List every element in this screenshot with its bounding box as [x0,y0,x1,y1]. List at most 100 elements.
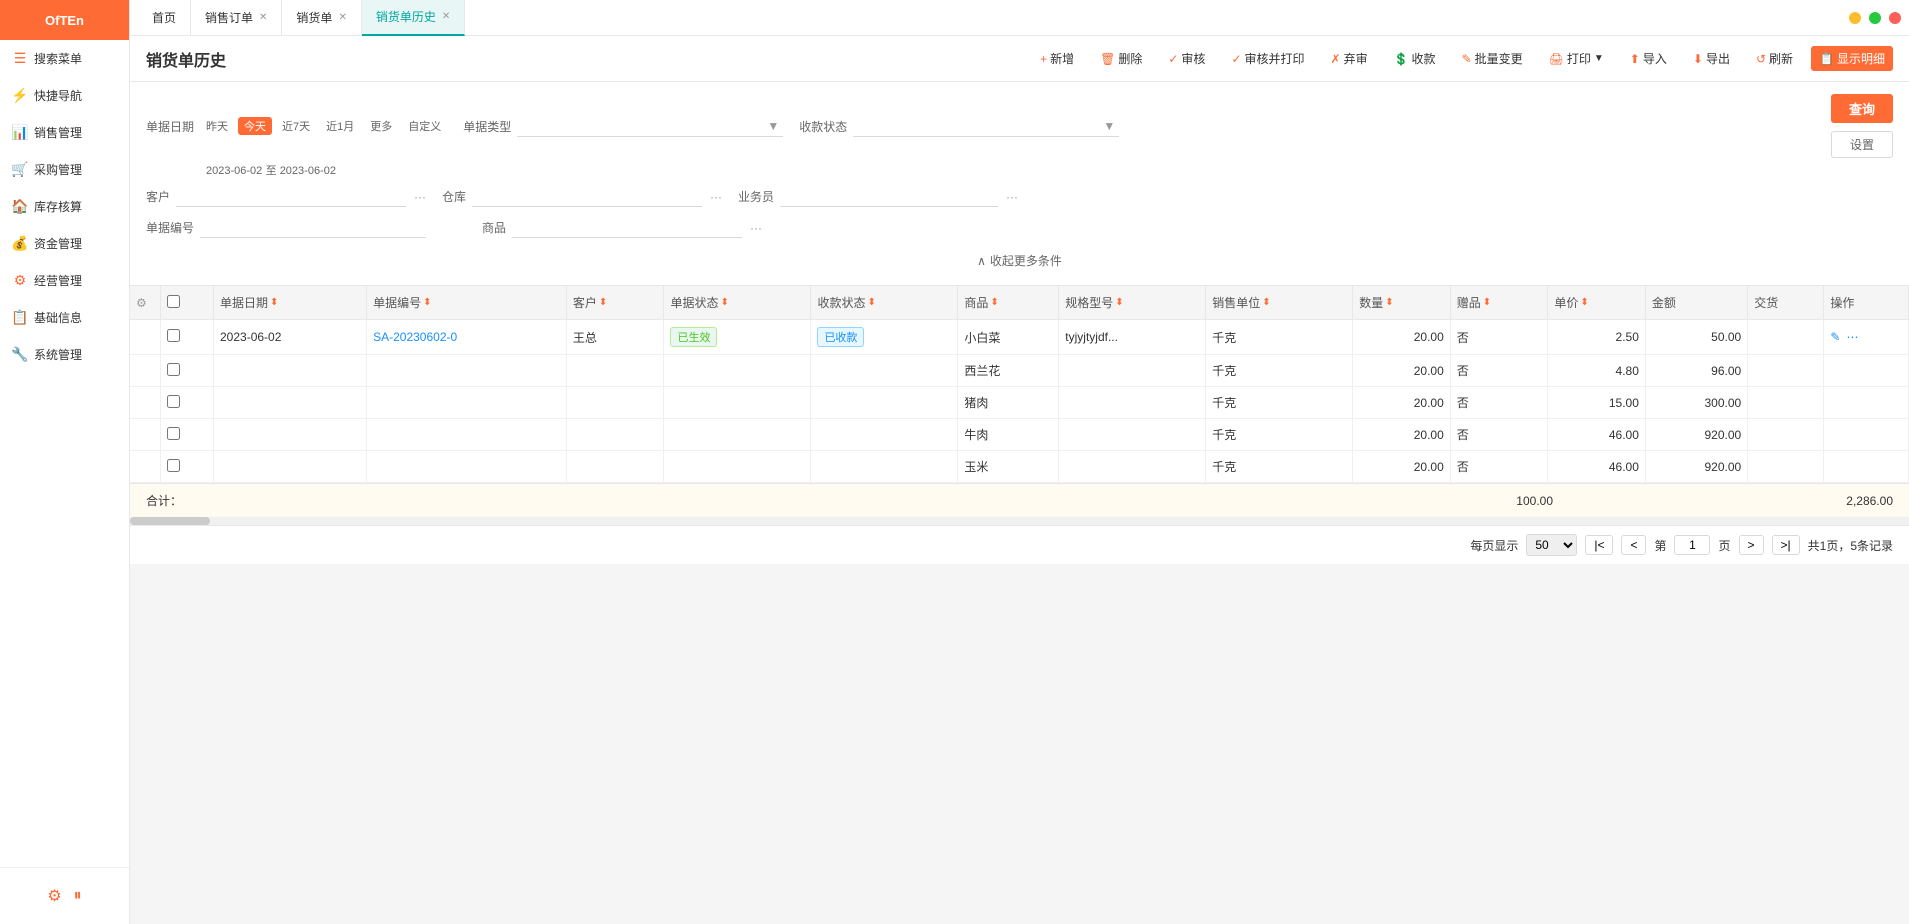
tab-sales-history[interactable]: 销货单历史 ✕ [362,0,465,36]
sidebar-item-operation-mgmt[interactable]: ⚙ 经营管理 [0,262,129,299]
filter-warehouse-input[interactable] [472,186,702,207]
show-detail-button[interactable]: 📋 显示明细 [1811,46,1893,71]
tab-sales-order[interactable]: 销售订单 ✕ [191,0,282,36]
th-docstatus[interactable]: 单据状态 ⬍ [664,286,811,320]
date-tag-custom[interactable]: 自定义 [402,117,447,135]
th-price[interactable]: 单价 ⬍ [1548,286,1646,320]
tab-sales-history-close[interactable]: ✕ [442,11,450,22]
cell-checkbox [160,387,214,419]
collapse-btn[interactable]: ∧ 收起更多条件 [146,248,1893,273]
select-all-checkbox[interactable] [167,295,180,308]
date-tag-today[interactable]: 今天 [238,117,272,135]
total-row: 合计： 100.00 2,286.00 [130,483,1909,517]
tab-sales-delivery-close[interactable]: ✕ [338,12,346,23]
th-settings[interactable]: ⚙ [130,286,160,320]
import-button[interactable]: ⬆ 导入 [1622,46,1675,71]
window-minimize-btn[interactable] [1849,12,1861,24]
print-button[interactable]: 🖨 打印 ▼ [1541,46,1612,71]
page-prev-btn[interactable]: < [1621,535,1646,555]
th-unit[interactable]: 销售单位 ⬍ [1206,286,1353,320]
sidebar-item-purchase-mgmt[interactable]: 🛒 采购管理 [0,151,129,188]
page-input[interactable] [1674,535,1710,555]
cell-action [1824,355,1909,387]
th-paystatus[interactable]: 收款状态 ⬍ [811,286,958,320]
window-maximize-btn[interactable] [1869,12,1881,24]
cell-price: 4.80 [1548,355,1646,387]
page-first-btn[interactable]: |< [1585,535,1613,555]
collect-button[interactable]: 💲 收款 [1386,46,1444,71]
more-action-btn[interactable]: ⋯ [1846,330,1858,344]
cell-settings [130,419,160,451]
sidebar-item-search-menu[interactable]: ☰ 搜索菜单 [0,40,129,77]
export-button[interactable]: ⬇ 导出 [1685,46,1738,71]
date-tag-1month[interactable]: 近1月 [320,117,360,135]
goods-dots-icon[interactable]: ··· [750,221,762,235]
table-gear-icon[interactable]: ⚙ [136,296,147,310]
cell-goods: 玉米 [958,451,1059,483]
filter-docno-input[interactable] [200,217,426,238]
th-gift[interactable]: 赠品 ⬍ [1450,286,1548,320]
sidebar-item-system-mgmt[interactable]: 🔧 系统管理 [0,336,129,373]
page-next-btn[interactable]: > [1739,535,1764,555]
sidebar-item-quick-nav[interactable]: ⚡ 快捷导航 [0,77,129,114]
sidebar-item-inventory[interactable]: 🏠 库存核算 [0,188,129,225]
filter-settings-button[interactable]: 设置 [1831,131,1893,158]
audit-button[interactable]: ✓ 审核 [1160,46,1213,71]
tab-home[interactable]: 首页 [138,0,191,36]
row-checkbox[interactable] [167,329,180,342]
query-button[interactable]: 查询 [1831,94,1893,123]
filter-agent-input[interactable] [780,186,998,207]
filter-customer-input[interactable] [176,186,406,207]
tab-sales-order-close[interactable]: ✕ [259,12,267,23]
th-date[interactable]: 单据日期 ⬍ [214,286,367,320]
agent-dots-icon[interactable]: ··· [1006,190,1018,204]
tab-sales-delivery[interactable]: 销货单 ✕ [282,0,361,36]
doc-no-link[interactable]: SA-20230602-0 [373,330,457,344]
paystatus-sort-icon: ⬍ [867,297,875,308]
page-size-select[interactable]: 50 100 200 [1526,534,1577,556]
edit-action-btn[interactable]: ✎ [1830,330,1840,344]
horizontal-scrollbar[interactable] [130,517,1909,525]
th-customer[interactable]: 客户 ⬍ [566,286,664,320]
date-tag-7days[interactable]: 近7天 [276,117,316,135]
window-close-btn[interactable] [1889,12,1901,24]
cell-gift: 否 [1450,387,1548,419]
sidebar-item-sales-mgmt[interactable]: 📊 销售管理 [0,114,129,151]
sidebar-item-basic-info[interactable]: 📋 基础信息 [0,299,129,336]
row-checkbox[interactable] [167,427,180,440]
row-checkbox[interactable] [167,395,180,408]
sidebar-logo: OfTEn [0,0,129,40]
date-from-value: 2023-06-02 [206,165,262,177]
delete-button[interactable]: 🗑 删除 [1092,46,1150,71]
refresh-button[interactable]: ↺ 刷新 [1748,46,1801,71]
new-button[interactable]: + 新增 [1032,46,1082,71]
sidebar-item-finance-mgmt[interactable]: 💰 资金管理 [0,225,129,262]
batch-change-button[interactable]: ✎ 批量变更 [1454,46,1531,71]
sidebar-item-label: 采购管理 [34,161,82,178]
th-amount-label: 金额 [1652,296,1676,310]
th-docno[interactable]: 单据编号 ⬍ [367,286,567,320]
filter-docno-label: 单据编号 [146,219,194,236]
filter-goods-input[interactable] [512,217,742,238]
filter-doctype-select[interactable]: ▼ [517,116,783,137]
date-separator: 至 [266,165,280,177]
row-checkbox[interactable] [167,363,180,376]
customer-dots-icon[interactable]: ··· [414,190,426,204]
scrollbar-thumb[interactable] [130,517,210,525]
filter-paystatus-select[interactable]: ▼ [853,116,1119,137]
warehouse-dots-icon[interactable]: ··· [710,190,722,204]
th-qty[interactable]: 数量 ⬍ [1353,286,1451,320]
cell-amount: 50.00 [1645,320,1747,355]
row-checkbox[interactable] [167,459,180,472]
audit-print-button[interactable]: ✓ 审核并打印 [1223,46,1312,71]
page-title: 销货单历史 [146,47,226,71]
pause-bottom-icon[interactable]: ⏸ [74,887,82,905]
settings-bottom-icon[interactable]: ⚙ [47,886,61,906]
page-label: 第 [1654,537,1666,554]
date-tag-yesterday[interactable]: 昨天 [200,117,234,135]
date-tag-more[interactable]: 更多 [364,117,398,135]
page-last-btn[interactable]: >| [1772,535,1800,555]
th-spec[interactable]: 规格型号 ⬍ [1059,286,1206,320]
th-goods[interactable]: 商品 ⬍ [958,286,1059,320]
abandon-button[interactable]: ✗ 弃审 [1323,46,1376,71]
